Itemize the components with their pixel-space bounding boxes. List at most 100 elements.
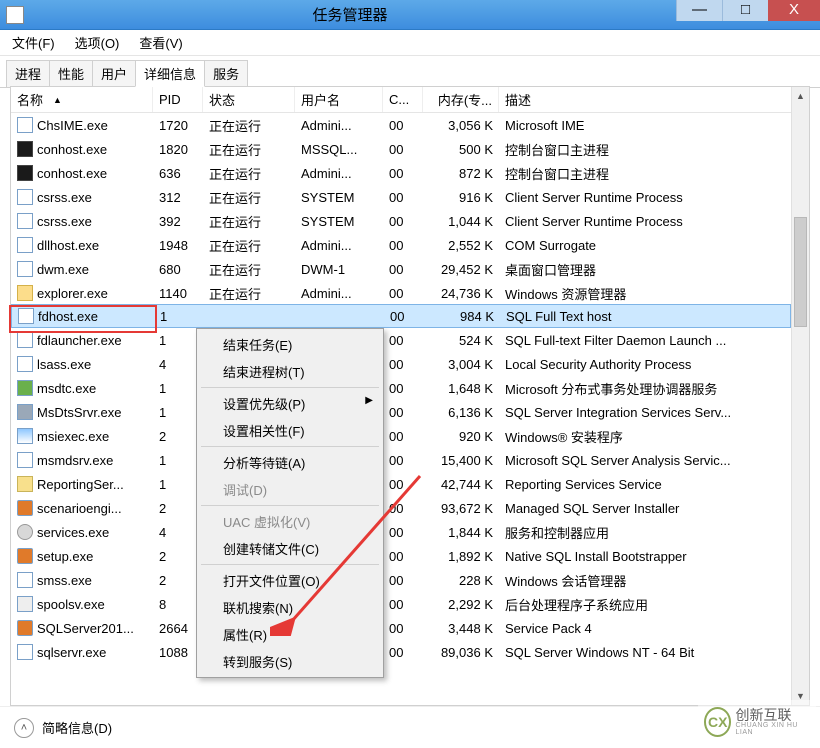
cell-cpu: 00 bbox=[383, 185, 423, 209]
table-row[interactable]: explorer.exe1140正在运行Admini...0024,736 KW… bbox=[11, 281, 791, 305]
cell-cpu: 00 bbox=[384, 305, 424, 327]
cell-pid: 392 bbox=[153, 209, 203, 233]
context-set-affinity[interactable]: 设置相关性(F) bbox=[199, 417, 381, 444]
cell-description: COM Surrogate bbox=[499, 233, 791, 257]
table-row[interactable]: csrss.exe392正在运行SYSTEM001,044 KClient Se… bbox=[11, 209, 791, 233]
process-icon bbox=[17, 141, 33, 157]
cell-memory: 3,448 K bbox=[423, 616, 499, 640]
table-row[interactable]: spoolsv.exe8002,292 K后台处理程序子系统应用 bbox=[11, 592, 791, 616]
cell-description: Microsoft SQL Server Analysis Servic... bbox=[499, 448, 791, 472]
header-user[interactable]: 用户名 bbox=[295, 87, 383, 112]
cell-description: Microsoft 分布式事务处理协调器服务 bbox=[499, 376, 791, 400]
cell-name: fdlauncher.exe bbox=[37, 333, 122, 348]
cell-memory: 2,292 K bbox=[423, 592, 499, 616]
cell-name: ChsIME.exe bbox=[37, 118, 108, 133]
cell-description: SQL Server Integration Services Serv... bbox=[499, 400, 791, 424]
cell-name: csrss.exe bbox=[37, 190, 92, 205]
header-pid[interactable]: PID bbox=[153, 87, 203, 112]
table-row[interactable]: MsDtsSrvr.exe1006,136 KSQL Server Integr… bbox=[11, 400, 791, 424]
cell-description: SQL Full Text host bbox=[500, 305, 790, 327]
cell-user bbox=[296, 305, 384, 327]
menu-file[interactable]: 文件(F) bbox=[6, 31, 61, 54]
table-row[interactable]: msmdsrv.exe10015,400 KMicrosoft SQL Serv… bbox=[11, 448, 791, 472]
process-table: 名称▲ PID 状态 用户名 C... 内存(专... 描述 ChsIME.ex… bbox=[11, 87, 791, 705]
table-row[interactable]: conhost.exe636正在运行Admini...00872 K控制台窗口主… bbox=[11, 161, 791, 185]
cell-user: DWM-1 bbox=[295, 257, 383, 281]
header-description[interactable]: 描述 bbox=[499, 87, 791, 112]
table-row[interactable]: ReportingSer...10042,744 KReporting Serv… bbox=[11, 472, 791, 496]
context-uac-virtualization: UAC 虚拟化(V) bbox=[199, 508, 381, 535]
context-open-location[interactable]: 打开文件位置(O) bbox=[199, 567, 381, 594]
table-row[interactable]: conhost.exe1820正在运行MSSQL...00500 K控制台窗口主… bbox=[11, 137, 791, 161]
cell-cpu: 00 bbox=[383, 520, 423, 544]
table-row[interactable]: ChsIME.exe1720正在运行Admini...003,056 KMicr… bbox=[11, 113, 791, 137]
tab-details[interactable]: 详细信息 bbox=[135, 60, 205, 87]
cell-description: Managed SQL Server Installer bbox=[499, 496, 791, 520]
cell-state: 正在运行 bbox=[203, 137, 295, 161]
table-row[interactable]: services.exe4001,844 K服务和控制器应用 bbox=[11, 520, 791, 544]
header-memory[interactable]: 内存(专... bbox=[423, 87, 499, 112]
vertical-scrollbar[interactable]: ▲ ▼ bbox=[791, 87, 809, 705]
table-row[interactable]: msiexec.exe200920 KWindows® 安装程序 bbox=[11, 424, 791, 448]
table-row[interactable]: smss.exe200228 KWindows 会话管理器 bbox=[11, 568, 791, 592]
brief-info-link[interactable]: 简略信息(D) bbox=[42, 718, 112, 737]
table-row[interactable]: scenarioengi...20093,672 KManaged SQL Se… bbox=[11, 496, 791, 520]
context-online-search[interactable]: 联机搜索(N) bbox=[199, 594, 381, 621]
cell-memory: 1,044 K bbox=[423, 209, 499, 233]
table-row[interactable]: dllhost.exe1948正在运行Admini...002,552 KCOM… bbox=[11, 233, 791, 257]
cell-memory: 24,736 K bbox=[423, 281, 499, 305]
context-properties[interactable]: 属性(R) bbox=[199, 621, 381, 648]
process-icon bbox=[17, 500, 33, 516]
cell-user: Admini... bbox=[295, 281, 383, 305]
process-icon bbox=[17, 165, 33, 181]
table-row[interactable]: SQLServer201...2664正在运行Admini...003,448 … bbox=[11, 616, 791, 640]
tab-services[interactable]: 服务 bbox=[204, 60, 248, 87]
cell-pid: 1 bbox=[154, 305, 204, 327]
tab-processes[interactable]: 进程 bbox=[6, 60, 50, 87]
cell-name: spoolsv.exe bbox=[37, 597, 105, 612]
cell-memory: 984 K bbox=[424, 305, 500, 327]
scroll-up-button[interactable]: ▲ bbox=[792, 87, 809, 105]
cell-memory: 920 K bbox=[423, 424, 499, 448]
table-row[interactable]: fdlauncher.exe100524 KSQL Full-text Filt… bbox=[11, 328, 791, 352]
cell-memory: 2,552 K bbox=[423, 233, 499, 257]
context-goto-service[interactable]: 转到服务(S) bbox=[199, 648, 381, 675]
cell-description: Windows 会话管理器 bbox=[499, 568, 791, 592]
context-create-dump[interactable]: 创建转储文件(C) bbox=[199, 535, 381, 562]
process-icon bbox=[17, 117, 33, 133]
maximize-button[interactable]: □ bbox=[722, 0, 768, 21]
table-row[interactable]: setup.exe2001,892 KNative SQL Install Bo… bbox=[11, 544, 791, 568]
cell-user: Admini... bbox=[295, 161, 383, 185]
cell-cpu: 00 bbox=[383, 281, 423, 305]
cell-user: Admini... bbox=[295, 233, 383, 257]
submenu-arrow-icon: ▶ bbox=[365, 395, 373, 406]
menu-options[interactable]: 选项(O) bbox=[69, 31, 126, 54]
context-set-priority[interactable]: 设置优先级(P)▶ bbox=[199, 390, 381, 417]
process-icon bbox=[17, 285, 33, 301]
tab-performance[interactable]: 性能 bbox=[49, 60, 93, 87]
context-end-task[interactable]: 结束任务(E) bbox=[199, 331, 381, 358]
context-analyze-wait[interactable]: 分析等待链(A) bbox=[199, 449, 381, 476]
table-row[interactable]: fdhost.exe 1 00984 KSQL Full Text host bbox=[11, 304, 791, 328]
table-row[interactable]: dwm.exe680正在运行DWM-10029,452 K桌面窗口管理器 bbox=[11, 257, 791, 281]
header-cpu[interactable]: C... bbox=[383, 87, 423, 112]
close-button[interactable]: X bbox=[768, 0, 820, 21]
cell-name: fdhost.exe bbox=[38, 309, 98, 324]
minimize-button[interactable]: — bbox=[676, 0, 722, 21]
collapse-icon[interactable]: ˄ bbox=[14, 718, 34, 738]
table-row[interactable]: msdtc.exe1001,648 KMicrosoft 分布式事务处理协调器服… bbox=[11, 376, 791, 400]
cell-name: msmdsrv.exe bbox=[37, 453, 113, 468]
table-row[interactable]: csrss.exe312正在运行SYSTEM00916 KClient Serv… bbox=[11, 185, 791, 209]
scrollbar-thumb[interactable] bbox=[794, 217, 807, 327]
cell-description: Local Security Authority Process bbox=[499, 352, 791, 376]
tab-users[interactable]: 用户 bbox=[92, 60, 136, 87]
table-row[interactable]: lsass.exe4003,004 KLocal Security Author… bbox=[11, 352, 791, 376]
table-row[interactable]: sqlservr.exe1088正在运行MSSQL0089,036 KSQL S… bbox=[11, 640, 791, 664]
header-name[interactable]: 名称▲ bbox=[11, 87, 153, 112]
process-icon bbox=[18, 308, 34, 324]
cell-pid: 1720 bbox=[153, 113, 203, 137]
context-end-tree[interactable]: 结束进程树(T) bbox=[199, 358, 381, 385]
cell-memory: 228 K bbox=[423, 568, 499, 592]
menu-view[interactable]: 查看(V) bbox=[133, 31, 188, 54]
header-state[interactable]: 状态 bbox=[203, 87, 295, 112]
